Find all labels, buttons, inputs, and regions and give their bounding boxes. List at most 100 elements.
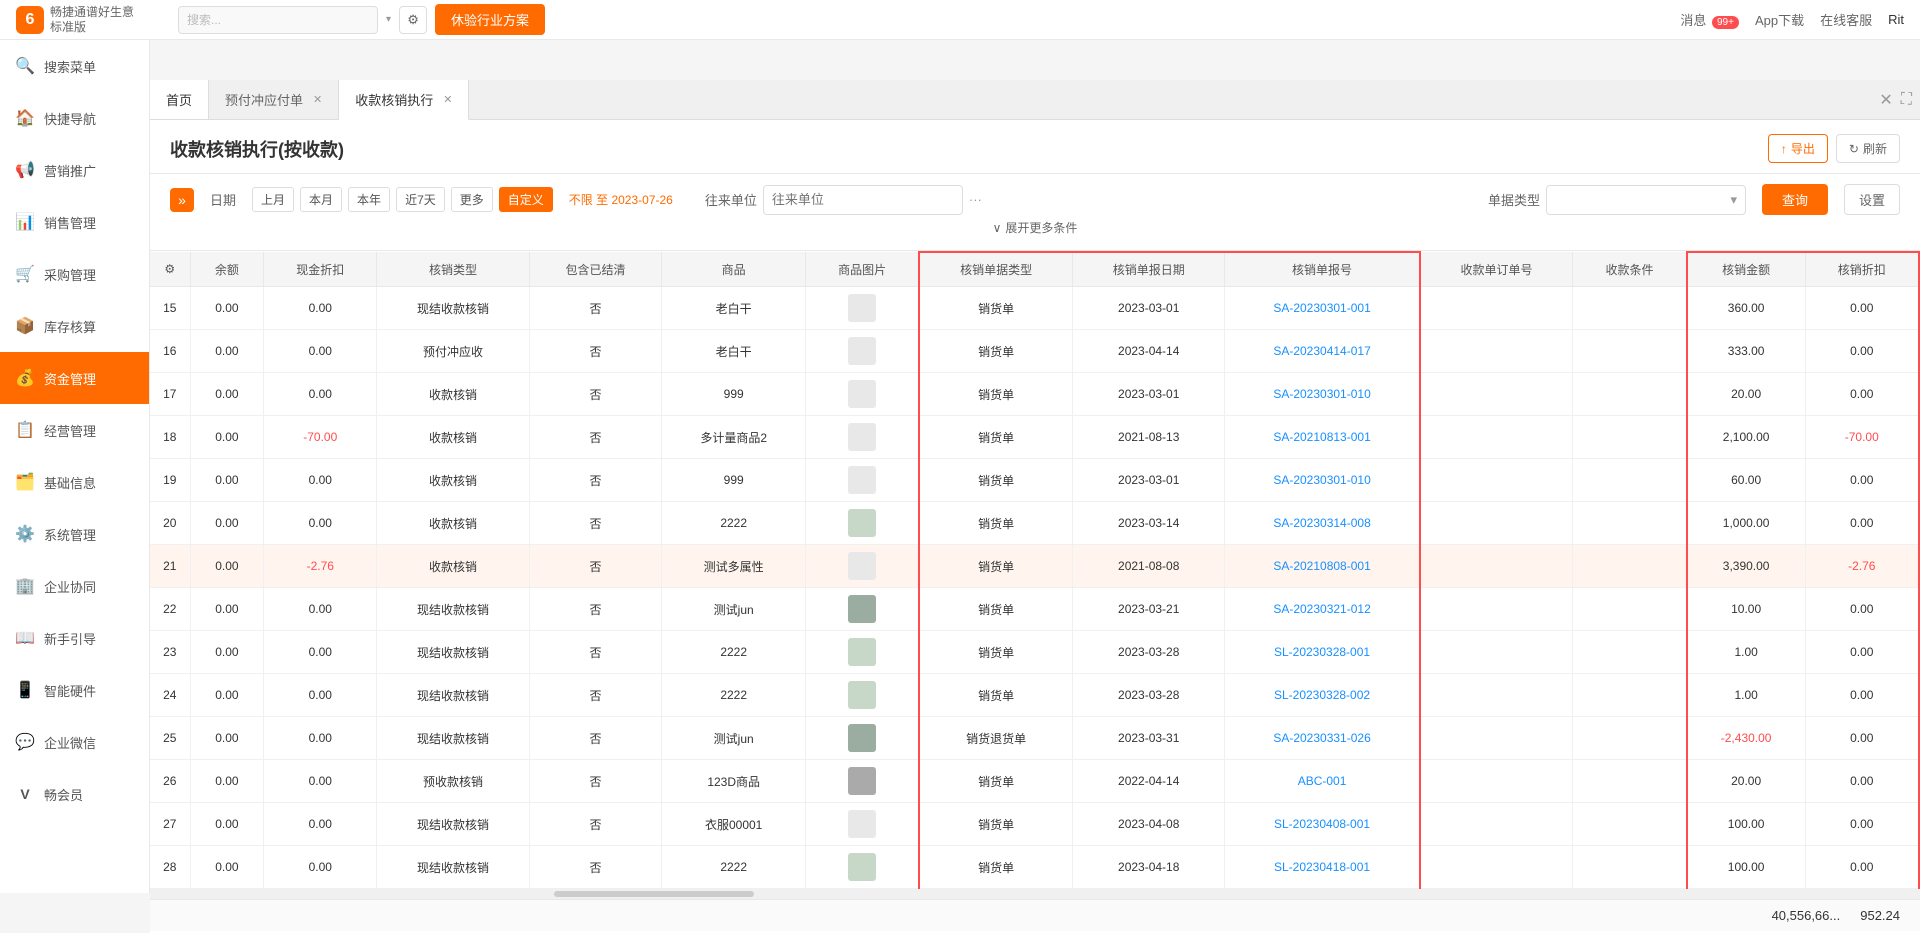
cell-goods: 2222	[662, 631, 806, 674]
sidebar-item-member[interactable]: V 畅会员	[0, 768, 149, 820]
bill-type-label: 单据类型	[1488, 190, 1540, 209]
purchase-icon: 🛒	[16, 265, 34, 283]
date-btn-more[interactable]: 更多	[451, 187, 493, 212]
tab-close-all-icon[interactable]: ✕	[1879, 90, 1892, 110]
sidebar-item-smarthw[interactable]: 📱 智能硬件	[0, 664, 149, 716]
cell-receipt-order-no	[1420, 674, 1573, 717]
tab-expand-icon[interactable]: ⛶	[1901, 91, 1912, 109]
date-btn-this-year[interactable]: 本年	[348, 187, 390, 212]
tab-receipt-writeoff-close[interactable]: ✕	[443, 93, 452, 106]
sidebar-item-operations[interactable]: 📋 经营管理	[0, 404, 149, 456]
writeoff-bill-no-link[interactable]: SA-20230331-026	[1273, 731, 1370, 745]
sidebar-item-guide[interactable]: 📖 新手引导	[0, 612, 149, 664]
cell-writeoff-bill-date: 2021-08-13	[1073, 416, 1225, 459]
cell-no: 16	[150, 330, 190, 373]
date-btn-custom[interactable]: 自定义	[499, 187, 553, 212]
gear-button[interactable]: ⚙	[399, 6, 427, 34]
sidebar-item-finance[interactable]: 💰 资金管理	[0, 352, 149, 404]
cell-balance: 0.00	[190, 545, 264, 588]
writeoff-bill-no-link[interactable]: SA-20230314-008	[1273, 516, 1370, 530]
th-settings[interactable]: ⚙	[150, 252, 190, 287]
th-writeoff-type: 核销类型	[377, 252, 529, 287]
cell-goods-img	[805, 330, 919, 373]
writeoff-bill-no-link[interactable]: SA-20210808-001	[1273, 559, 1370, 573]
sidebar-item-sales[interactable]: 📊 销售管理	[0, 196, 149, 248]
from-unit-input[interactable]	[763, 185, 963, 215]
cell-balance: 0.00	[190, 330, 264, 373]
writeoff-bill-no-link[interactable]: SL-20230328-001	[1274, 645, 1370, 659]
date-btn-7days[interactable]: 近7天	[396, 187, 445, 212]
sidebar-item-enterprise[interactable]: 🏢 企业协同	[0, 560, 149, 612]
marketing-icon: 📢	[16, 161, 34, 179]
export-button[interactable]: ↑ 导出	[1768, 134, 1828, 163]
tab-prepay-close[interactable]: ✕	[313, 93, 322, 106]
tab-receipt-writeoff[interactable]: 收款核销执行 ✕	[339, 80, 469, 120]
cell-no: 25	[150, 717, 190, 760]
cell-writeoff-bill-date: 2023-03-01	[1073, 459, 1225, 502]
filter-expand-button[interactable]: »	[170, 188, 194, 212]
writeoff-bill-no-link[interactable]: SA-20230414-017	[1273, 344, 1370, 358]
cell-no: 24	[150, 674, 190, 717]
th-writeoff-discount: 核销折扣	[1805, 252, 1919, 287]
sidebar-item-label: 新手引导	[44, 629, 96, 648]
online-service-link[interactable]: 在线客服	[1820, 10, 1872, 29]
cell-goods: 999	[662, 373, 806, 416]
writeoff-bill-no-link[interactable]: SL-20230418-001	[1274, 860, 1370, 874]
tab-prepay-label: 预付冲应付单	[225, 90, 303, 109]
writeoff-bill-no-link[interactable]: ABC-001	[1298, 774, 1347, 788]
goods-img	[848, 466, 876, 494]
message-link[interactable]: 消息 99+	[1680, 10, 1739, 29]
cell-goods: 测试jun	[662, 588, 806, 631]
writeoff-bill-no-link[interactable]: SL-20230328-002	[1274, 688, 1370, 702]
sidebar-item-purchase[interactable]: 🛒 采购管理	[0, 248, 149, 300]
writeoff-bill-no-link[interactable]: SA-20230321-012	[1273, 602, 1370, 616]
cell-writeoff-bill-date: 2023-04-18	[1073, 846, 1225, 889]
more-options-icon[interactable]: ···	[969, 192, 982, 207]
user-name: Rit	[1888, 12, 1904, 27]
writeoff-bill-no-link[interactable]: SA-20230301-010	[1273, 473, 1370, 487]
horizontal-scrollbar[interactable]	[150, 889, 1920, 899]
tab-home[interactable]: 首页	[150, 80, 209, 119]
expand-more-bar[interactable]: ∨ 展开更多条件	[170, 215, 1900, 240]
cell-include-settled: 否	[529, 760, 662, 803]
bill-type-dropdown-icon: ▾	[1730, 192, 1737, 208]
cell-goods: 衣服00001	[662, 803, 806, 846]
filter-row: » 日期 上月 本月 本年 近7天 更多 自定义 不限 至 2023-07-26…	[170, 184, 1900, 215]
operations-icon: 📋	[16, 421, 34, 439]
app-download-link[interactable]: App下载	[1755, 10, 1804, 29]
enterprise-icon: 🏢	[16, 577, 34, 595]
sidebar-item-system[interactable]: ⚙️ 系统管理	[0, 508, 149, 560]
bill-type-select[interactable]: ▾	[1546, 185, 1746, 215]
writeoff-bill-no-link[interactable]: SL-20230408-001	[1274, 817, 1370, 831]
sidebar-item-quicknav[interactable]: 🏠 快捷导航	[0, 92, 149, 144]
cell-goods-img	[805, 717, 919, 760]
table-row: 22 0.00 0.00 现结收款核销 否 测试jun 销货单 2023-03-…	[150, 588, 1919, 631]
date-btn-last-month[interactable]: 上月	[252, 187, 294, 212]
cell-cash-discount: 0.00	[264, 717, 377, 760]
cell-writeoff-bill-date: 2021-08-08	[1073, 545, 1225, 588]
cell-receipt-order-no	[1420, 846, 1573, 889]
query-button[interactable]: 查询	[1762, 184, 1828, 215]
th-receipt-order-no: 收款单订单号	[1420, 252, 1573, 287]
sidebar-item-basicinfo[interactable]: 🗂️ 基础信息	[0, 456, 149, 508]
scrollbar-thumb[interactable]	[554, 891, 754, 897]
cell-writeoff-bill-no: SA-20230331-026	[1225, 717, 1420, 760]
sidebar-item-search[interactable]: 🔍 搜索菜单	[0, 40, 149, 92]
industry-button[interactable]: 休验行业方案	[435, 4, 545, 35]
cell-receipt-condition	[1573, 588, 1687, 631]
cell-balance: 0.00	[190, 588, 264, 631]
writeoff-bill-no-link[interactable]: SA-20230301-001	[1273, 301, 1370, 315]
writeoff-bill-no-link[interactable]: SA-20210813-001	[1273, 430, 1370, 444]
refresh-button[interactable]: ↻ 刷新	[1836, 134, 1900, 163]
writeoff-bill-no-link[interactable]: SA-20230301-010	[1273, 387, 1370, 401]
sidebar-item-wechat[interactable]: 💬 企业微信	[0, 716, 149, 768]
sidebar-item-marketing[interactable]: 📢 营销推广	[0, 144, 149, 196]
settings-button[interactable]: 设置	[1844, 184, 1900, 215]
th-cash-discount: 现金折扣	[264, 252, 377, 287]
sidebar-item-inventory[interactable]: 📦 库存核算	[0, 300, 149, 352]
sidebar-item-label: 库存核算	[44, 317, 96, 336]
cell-writeoff-amount: 2,100.00	[1687, 416, 1805, 459]
date-btn-this-month[interactable]: 本月	[300, 187, 342, 212]
cell-receipt-condition	[1573, 502, 1687, 545]
tab-prepay[interactable]: 预付冲应付单 ✕	[209, 80, 339, 119]
